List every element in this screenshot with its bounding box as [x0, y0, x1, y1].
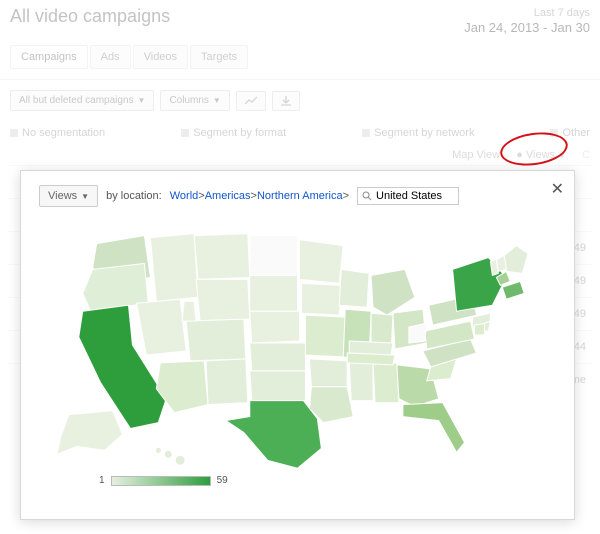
- state-ut[interactable]: [182, 301, 196, 321]
- caret-down-icon: ▼: [558, 151, 566, 160]
- state-sd[interactable]: [250, 275, 298, 311]
- bars-icon: [550, 129, 558, 137]
- legend-min: 1: [99, 475, 105, 486]
- state-mn[interactable]: [299, 240, 343, 284]
- tab-videos[interactable]: Videos: [133, 45, 188, 69]
- state-tx[interactable]: [226, 401, 321, 469]
- location-search[interactable]: [357, 187, 459, 205]
- state-ma[interactable]: [502, 281, 524, 299]
- state-mo[interactable]: [305, 315, 345, 357]
- segment-network[interactable]: Segment by network: [362, 127, 474, 139]
- state-co[interactable]: [186, 319, 246, 361]
- caret-down-icon: ▼: [213, 96, 221, 105]
- download-button[interactable]: [272, 91, 300, 111]
- state-wi[interactable]: [339, 269, 369, 307]
- tab-campaigns[interactable]: Campaigns: [10, 45, 88, 69]
- metric-dropdown[interactable]: Views ▼: [39, 185, 98, 207]
- state-de[interactable]: [484, 321, 490, 331]
- close-button[interactable]: ✕: [551, 179, 564, 199]
- legend-max: 59: [217, 475, 228, 486]
- state-mi[interactable]: [371, 269, 415, 315]
- page-title: All video campaigns: [10, 6, 170, 27]
- date-range-picker[interactable]: Last 7 days Jan 24, 2013 - Jan 30: [464, 6, 590, 37]
- bars-icon: [362, 129, 370, 137]
- segment-format-label: Segment by format: [193, 127, 286, 139]
- map-view-panel: ✕ Views ▼ by location: World>Americas>No…: [20, 170, 575, 520]
- state-fl[interactable]: [403, 403, 465, 453]
- caret-down-icon: ▼: [138, 96, 146, 105]
- campaign-filter-dropdown[interactable]: All but deleted campaigns ▼: [10, 90, 154, 111]
- state-nd[interactable]: [250, 236, 298, 276]
- toolbar: All but deleted campaigns ▼ Columns ▼: [0, 80, 600, 121]
- metric-label: Views: [48, 190, 77, 202]
- segment-format[interactable]: Segment by format: [181, 127, 286, 139]
- state-ak[interactable]: [57, 411, 123, 455]
- state-ms[interactable]: [349, 361, 373, 401]
- state-ky[interactable]: [349, 341, 393, 355]
- breadcrumb: World>Americas>Northern America>: [170, 190, 349, 202]
- map-view-label: Map View: [452, 149, 500, 161]
- download-icon: [281, 96, 291, 106]
- segment-network-label: Segment by network: [374, 127, 474, 139]
- state-nm[interactable]: [206, 359, 248, 405]
- map-view-link[interactable]: Map View: [452, 149, 500, 161]
- segment-none[interactable]: No segmentation: [10, 127, 105, 139]
- columns-label: Columns: [169, 95, 208, 106]
- views-dropdown[interactable]: ● Views ▼: [516, 149, 566, 161]
- state-wv[interactable]: [409, 323, 427, 343]
- state-hi[interactable]: [155, 447, 161, 453]
- views-label: Views: [526, 149, 555, 161]
- us-choropleth-map[interactable]: [39, 215, 556, 475]
- segment-other[interactable]: Other: [550, 127, 590, 139]
- view-toggle-row: Map View ● Views ▼ C: [0, 145, 600, 165]
- segmentation-row: No segmentation Segment by format Segmen…: [0, 121, 600, 145]
- breadcrumb-world[interactable]: World: [170, 190, 199, 202]
- state-wy[interactable]: [196, 279, 250, 321]
- by-location-label: by location:: [106, 190, 162, 202]
- state-vt[interactable]: [490, 259, 498, 275]
- bars-icon: [181, 129, 189, 137]
- segment-none-label: No segmentation: [22, 127, 105, 139]
- tabs-row: Campaigns Ads Videos Targets: [0, 45, 600, 80]
- campaign-filter-label: All but deleted campaigns: [19, 95, 134, 106]
- state-ks[interactable]: [250, 343, 306, 371]
- state-ok[interactable]: [250, 371, 306, 401]
- extra-column-peek: C: [582, 149, 590, 161]
- map-legend: 1 59: [99, 475, 556, 486]
- search-icon: [362, 191, 372, 201]
- caret-down-icon: ▼: [81, 192, 89, 201]
- bars-icon: [10, 129, 18, 137]
- location-search-input[interactable]: [376, 190, 454, 202]
- state-nv[interactable]: [136, 299, 186, 355]
- columns-dropdown[interactable]: Columns ▼: [160, 90, 229, 111]
- state-me[interactable]: [504, 246, 528, 274]
- state-ar[interactable]: [309, 359, 347, 387]
- chart-toggle-button[interactable]: [236, 91, 266, 111]
- date-range-value: Jan 24, 2013 - Jan 30: [464, 20, 590, 37]
- state-ia[interactable]: [301, 283, 341, 315]
- state-al[interactable]: [373, 363, 399, 403]
- date-range-label: Last 7 days: [464, 6, 590, 20]
- close-icon: ✕: [551, 181, 564, 198]
- tab-targets[interactable]: Targets: [190, 45, 248, 69]
- tab-ads[interactable]: Ads: [90, 45, 131, 69]
- breadcrumb-americas[interactable]: Americas: [205, 190, 251, 202]
- state-hi[interactable]: [164, 450, 172, 458]
- state-id[interactable]: [150, 234, 198, 302]
- segment-other-label: Other: [562, 127, 590, 139]
- legend-gradient: [111, 476, 211, 486]
- line-chart-icon: [245, 96, 257, 106]
- state-mt[interactable]: [194, 234, 250, 280]
- breadcrumb-northern-america[interactable]: Northern America: [257, 190, 343, 202]
- state-hi[interactable]: [175, 455, 185, 465]
- state-ne[interactable]: [250, 311, 300, 343]
